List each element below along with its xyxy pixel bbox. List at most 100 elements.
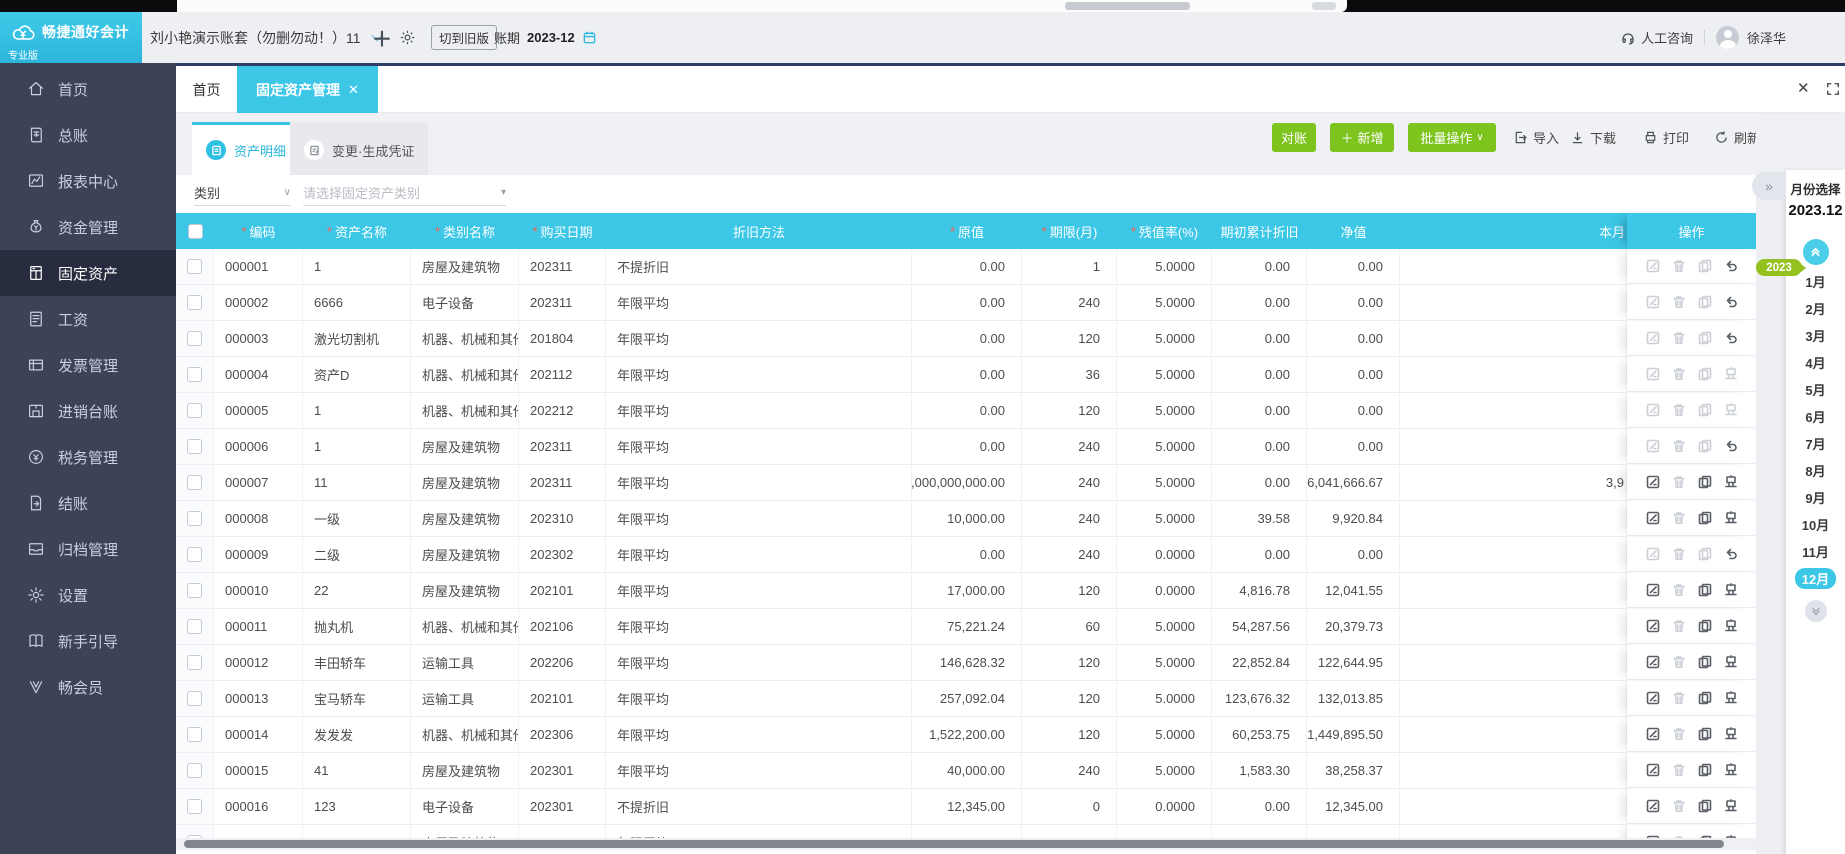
subtab-change-voucher[interactable]: 变更·生成凭证 [290, 122, 429, 175]
edit-icon[interactable] [1645, 762, 1661, 778]
voucher-icon[interactable] [1697, 726, 1713, 742]
tab-fixed-assets[interactable]: 固定资产管理 ✕ [237, 66, 378, 113]
sidebar-item-settings[interactable]: 设置 [0, 572, 176, 618]
batch-actions-button[interactable]: 批量操作 ∨ [1408, 123, 1496, 152]
voucher-icon[interactable] [1697, 474, 1713, 490]
sidebar-item-tax[interactable]: 税务管理 [0, 434, 176, 480]
avatar[interactable] [1716, 26, 1740, 49]
subtab-asset-detail[interactable]: 资产明细 [192, 122, 301, 175]
row-checkbox[interactable] [187, 547, 202, 562]
reconcile-button[interactable]: 对账 [1272, 123, 1316, 152]
row-checkbox[interactable] [187, 691, 202, 706]
sidebar-item-archive[interactable]: 归档管理 [0, 526, 176, 572]
month-item-2[interactable]: 2月 [1786, 295, 1845, 322]
row-checkbox[interactable] [187, 331, 202, 346]
row-checkbox[interactable] [187, 655, 202, 670]
sidebar-item-home[interactable]: 首页 [0, 66, 176, 112]
month-item-6[interactable]: 6月 [1786, 403, 1845, 430]
gear-icon[interactable] [399, 12, 416, 63]
refresh-button[interactable]: 刷新 [1714, 123, 1760, 152]
edit-icon[interactable] [1645, 726, 1661, 742]
horizontal-scrollbar-thumb[interactable] [184, 840, 1724, 848]
row-checkbox[interactable] [187, 619, 202, 634]
select-all-checkbox[interactable] [187, 223, 203, 239]
clean-icon[interactable] [1723, 474, 1739, 490]
sidebar-item-asset[interactable]: 固定资产 [0, 250, 176, 296]
edit-icon[interactable] [1645, 798, 1661, 814]
edit-icon[interactable] [1645, 474, 1661, 490]
row-checkbox[interactable] [187, 511, 202, 526]
row-checkbox[interactable] [187, 367, 202, 382]
undo-icon[interactable] [1723, 258, 1739, 274]
edit-icon[interactable] [1645, 510, 1661, 526]
category-type-select[interactable]: 类别 ∨ [194, 180, 291, 206]
voucher-icon[interactable] [1697, 582, 1713, 598]
download-button[interactable]: 下载 [1570, 123, 1616, 152]
clean-icon[interactable] [1723, 690, 1739, 706]
category-select[interactable]: 请选择固定资产类别 ▾ [303, 180, 506, 206]
voucher-icon[interactable] [1697, 510, 1713, 526]
tab-home[interactable]: 首页 [176, 66, 237, 113]
sidebar-item-inventory[interactable]: 进销台账 [0, 388, 176, 434]
account-selector[interactable]: 刘小艳演示账套（勿删勿动！）11 [150, 12, 383, 63]
month-item-10[interactable]: 10月 [1786, 511, 1845, 538]
clean-icon[interactable] [1723, 726, 1739, 742]
sidebar-item-payroll[interactable]: 工资 [0, 296, 176, 342]
collapse-panel-handle[interactable]: » [1752, 172, 1786, 200]
switch-old-version-button[interactable]: 切到旧版 [431, 25, 498, 50]
month-item-4[interactable]: 4月 [1786, 349, 1845, 376]
voucher-icon[interactable] [1697, 834, 1713, 838]
row-checkbox[interactable] [187, 727, 202, 742]
month-item-3[interactable]: 3月 [1786, 322, 1845, 349]
row-checkbox[interactable] [187, 583, 202, 598]
sidebar-item-closing[interactable]: 结账 [0, 480, 176, 526]
row-checkbox[interactable] [187, 799, 202, 814]
add-button[interactable]: ＋新增 [1330, 123, 1394, 152]
print-button[interactable]: 打印 [1643, 123, 1689, 152]
month-item-12[interactable]: 12月 [1786, 565, 1845, 592]
sidebar-item-ledger[interactable]: 总账 [0, 112, 176, 158]
tab-close-icon[interactable]: ✕ [348, 82, 359, 98]
clean-icon[interactable] [1723, 654, 1739, 670]
row-checkbox[interactable] [187, 475, 202, 490]
add-account-button[interactable]: ＋ [372, 12, 392, 63]
scroll-down-icon[interactable] [1804, 600, 1827, 622]
clean-icon[interactable] [1723, 834, 1739, 838]
voucher-icon[interactable] [1697, 798, 1713, 814]
row-checkbox[interactable] [187, 259, 202, 274]
row-checkbox[interactable] [187, 403, 202, 418]
edit-icon[interactable] [1645, 690, 1661, 706]
row-checkbox[interactable] [187, 295, 202, 310]
month-item-7[interactable]: 7月 [1786, 430, 1845, 457]
horizontal-scrollbar[interactable] [176, 838, 1756, 850]
close-icon[interactable]: ✕ [1797, 79, 1810, 97]
undo-icon[interactable] [1723, 546, 1739, 562]
import-button[interactable]: 导入 [1513, 123, 1559, 152]
edit-icon[interactable] [1645, 582, 1661, 598]
clean-icon[interactable] [1723, 618, 1739, 634]
month-item-9[interactable]: 9月 [1786, 484, 1845, 511]
month-item-5[interactable]: 5月 [1786, 376, 1845, 403]
undo-icon[interactable] [1723, 294, 1739, 310]
voucher-icon[interactable] [1697, 762, 1713, 778]
voucher-icon[interactable] [1697, 654, 1713, 670]
row-checkbox[interactable] [187, 763, 202, 778]
undo-icon[interactable] [1723, 438, 1739, 454]
edit-icon[interactable] [1645, 834, 1661, 838]
month-item-11[interactable]: 11月 [1786, 538, 1845, 565]
row-checkbox[interactable] [187, 439, 202, 454]
period-selector[interactable]: 账期 2023-12 [494, 12, 597, 63]
clean-icon[interactable] [1723, 582, 1739, 598]
support-link[interactable]: 人工咨询 [1620, 28, 1693, 47]
clean-icon[interactable] [1723, 510, 1739, 526]
edit-icon[interactable] [1645, 618, 1661, 634]
scroll-up-icon[interactable] [1802, 239, 1829, 265]
sidebar-item-member[interactable]: 畅会员 [0, 664, 176, 710]
undo-icon[interactable] [1723, 330, 1739, 346]
sidebar-item-fund[interactable]: 资金管理 [0, 204, 176, 250]
clean-icon[interactable] [1723, 798, 1739, 814]
sidebar-item-invoice[interactable]: 发票管理 [0, 342, 176, 388]
sidebar-item-report[interactable]: 报表中心 [0, 158, 176, 204]
voucher-icon[interactable] [1697, 618, 1713, 634]
clean-icon[interactable] [1723, 762, 1739, 778]
